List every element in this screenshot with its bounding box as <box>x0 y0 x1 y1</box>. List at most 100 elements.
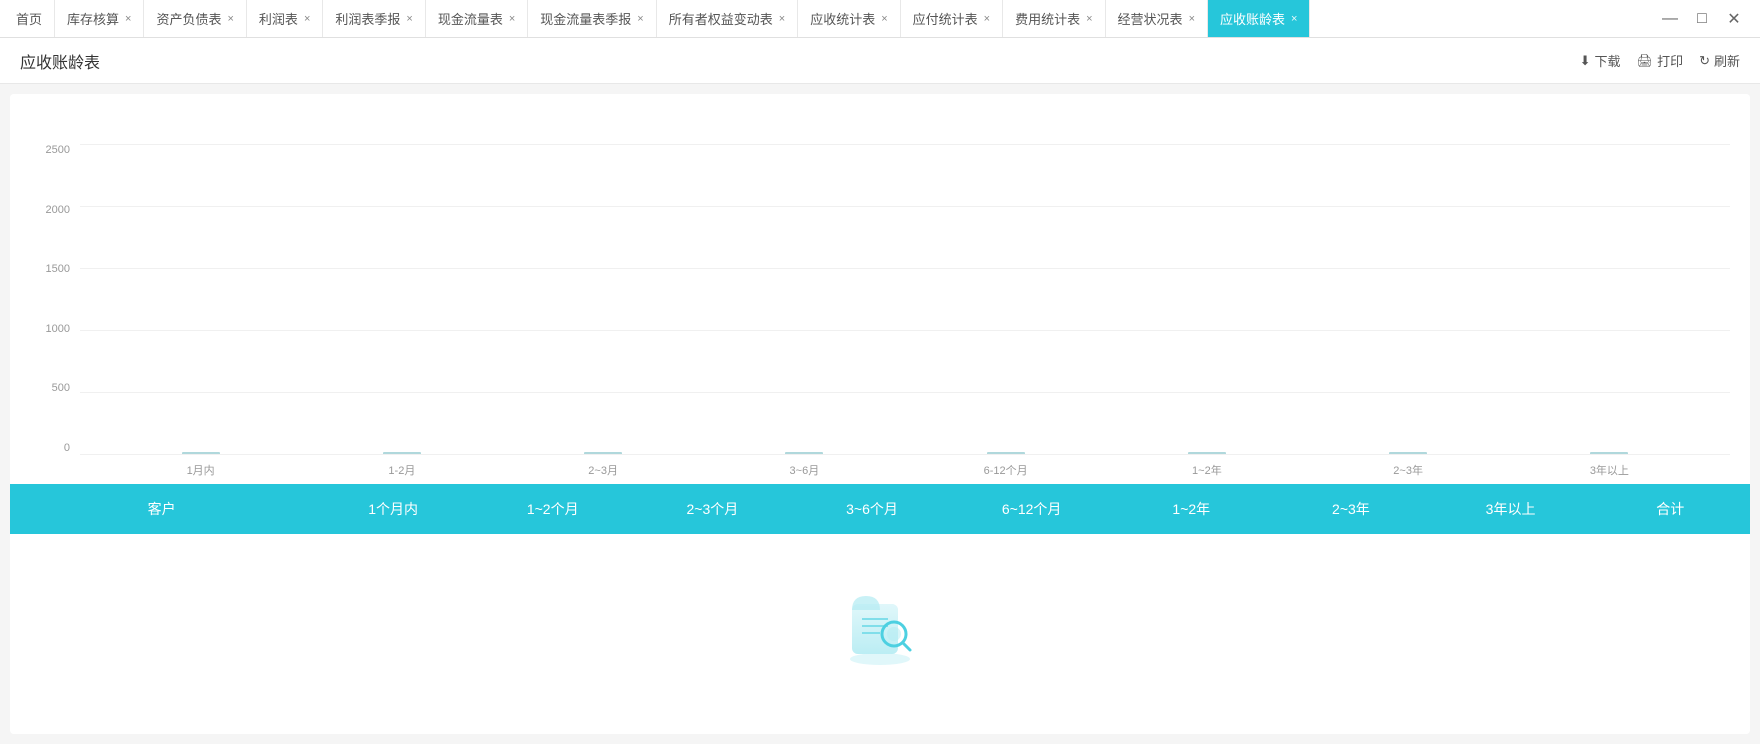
tab-profit-close[interactable]: × <box>304 13 310 25</box>
close-icon: ✕ <box>1727 9 1740 29</box>
tab-aging[interactable]: 应收账龄表 × <box>1208 0 1310 38</box>
chart-grid-and-bars: 1月内 1-2月 2~3月 3~6月 6-12个月 1~2年 2~3年 3年以上 <box>80 144 1730 454</box>
page-header: 应收账龄表 ⬇ 下载 🖨 打印 ↻ 刷新 <box>0 38 1760 84</box>
window-actions: — □ ✕ <box>1656 5 1756 33</box>
x-label-1: 1月内 <box>100 462 301 478</box>
tab-balance-close[interactable]: × <box>227 13 233 25</box>
tab-profit-label: 利润表 <box>259 9 298 28</box>
col-2-3month: 2~3个月 <box>633 499 793 519</box>
tab-cashflow-quarterly[interactable]: 现金流量表季报 × <box>528 0 656 38</box>
x-label-6: 1~2年 <box>1106 462 1307 478</box>
bar-group-3 <box>503 452 704 454</box>
col-customer: 客户 <box>10 499 313 519</box>
tab-operations-close[interactable]: × <box>1189 13 1195 25</box>
tab-home-label: 首页 <box>16 9 42 28</box>
chart-area: 2500 2000 1500 1000 500 0 <box>10 94 1750 484</box>
download-label: 下载 <box>1595 51 1621 70</box>
refresh-icon: ↻ <box>1699 53 1710 69</box>
col-6-12month: 6~12个月 <box>952 499 1112 519</box>
tab-payable-stat[interactable]: 应付统计表 × <box>901 0 1003 38</box>
tab-receivable-stat-label: 应收统计表 <box>810 9 875 28</box>
print-icon: 🖨 <box>1637 53 1654 69</box>
tab-cashflow-close[interactable]: × <box>509 13 515 25</box>
x-label-5: 6-12个月 <box>905 462 1106 478</box>
x-label-7: 2~3年 <box>1308 462 1509 478</box>
refresh-label: 刷新 <box>1714 51 1740 70</box>
page-actions: ⬇ 下载 🖨 打印 ↻ 刷新 <box>1580 51 1740 70</box>
print-label: 打印 <box>1657 51 1683 70</box>
x-axis-labels: 1月内 1-2月 2~3月 3~6月 6-12个月 1~2年 2~3年 3年以上 <box>80 462 1730 478</box>
maximize-button[interactable]: □ <box>1688 5 1716 33</box>
bar-1-2月 <box>383 452 421 454</box>
minimize-button[interactable]: — <box>1656 5 1684 33</box>
tab-inventory-label: 库存核算 <box>67 9 119 28</box>
y-label-1000: 1000 <box>46 323 76 335</box>
col-2-3year: 2~3年 <box>1271 499 1431 519</box>
download-button[interactable]: ⬇ 下载 <box>1580 51 1621 70</box>
download-icon: ⬇ <box>1580 53 1591 69</box>
maximize-icon: □ <box>1697 10 1707 28</box>
main-content: 2500 2000 1500 1000 500 0 <box>10 94 1750 734</box>
tab-equity-close[interactable]: × <box>779 13 785 25</box>
bar-6-12月 <box>987 452 1025 454</box>
bar-group-4 <box>704 452 905 454</box>
tab-profit[interactable]: 利润表 × <box>247 0 323 38</box>
tab-cashflow-quarterly-close[interactable]: × <box>637 13 643 25</box>
minimize-icon: — <box>1662 10 1678 28</box>
col-1month: 1个月内 <box>313 499 473 519</box>
print-button[interactable]: 🖨 打印 <box>1637 51 1684 70</box>
tab-profit-quarterly-label: 利润表季报 <box>335 9 400 28</box>
bar-1月内 <box>182 452 220 454</box>
empty-state-icon <box>830 574 930 674</box>
bar-group-7 <box>1308 452 1509 454</box>
tab-payable-stat-close[interactable]: × <box>984 13 990 25</box>
tab-aging-label: 应收账龄表 <box>1220 9 1285 28</box>
tab-profit-quarterly[interactable]: 利润表季报 × <box>323 0 425 38</box>
bar-group-2 <box>301 452 502 454</box>
bar-2-3月 <box>584 452 622 454</box>
tab-expense-stat-label: 费用统计表 <box>1015 9 1080 28</box>
col-3year-plus: 3年以上 <box>1431 499 1591 519</box>
empty-state <box>10 534 1750 734</box>
bar-3年以上 <box>1590 452 1628 454</box>
y-label-2000: 2000 <box>46 204 76 216</box>
bar-group-1 <box>100 452 301 454</box>
tab-equity-label: 所有者权益变动表 <box>669 9 773 28</box>
tab-operations[interactable]: 经营状况表 × <box>1106 0 1208 38</box>
bar-1-2年 <box>1188 452 1226 454</box>
tab-aging-close[interactable]: × <box>1291 13 1297 25</box>
refresh-button[interactable]: ↻ 刷新 <box>1699 51 1740 70</box>
x-label-8: 3年以上 <box>1509 462 1710 478</box>
bar-group-6 <box>1106 452 1307 454</box>
y-label-2500top: 2500 <box>46 144 76 156</box>
table-header: 客户 1个月内 1~2个月 2~3个月 3~6个月 6~12个月 1~2年 2~… <box>10 484 1750 534</box>
tab-cashflow-quarterly-label: 现金流量表季报 <box>540 9 631 28</box>
x-label-2: 1-2月 <box>301 462 502 478</box>
tab-home[interactable]: 首页 <box>4 0 55 38</box>
tab-inventory-close[interactable]: × <box>125 13 131 25</box>
bar-3-6月 <box>785 452 823 454</box>
tab-receivable-stat[interactable]: 应收统计表 × <box>798 0 900 38</box>
tab-expense-stat-close[interactable]: × <box>1086 13 1092 25</box>
chart-inner: 2500 2000 1500 1000 500 0 <box>30 144 1730 484</box>
tab-inventory[interactable]: 库存核算 × <box>55 0 144 38</box>
bar-group-8 <box>1509 452 1710 454</box>
tab-expense-stat[interactable]: 费用统计表 × <box>1003 0 1105 38</box>
col-3-6month: 3~6个月 <box>792 499 952 519</box>
x-label-4: 3~6月 <box>704 462 905 478</box>
tab-equity[interactable]: 所有者权益变动表 × <box>657 0 798 38</box>
tab-profit-quarterly-close[interactable]: × <box>406 13 412 25</box>
tab-cashflow[interactable]: 现金流量表 × <box>426 0 528 38</box>
tab-balance-label: 资产负债表 <box>156 9 221 28</box>
col-1-2year: 1~2年 <box>1111 499 1271 519</box>
y-label-0: 0 <box>64 442 76 454</box>
tab-operations-label: 经营状况表 <box>1118 9 1183 28</box>
tab-bar: 首页 库存核算 × 资产负债表 × 利润表 × 利润表季报 × 现金流量表 × … <box>0 0 1760 38</box>
close-button[interactable]: ✕ <box>1720 5 1748 33</box>
tab-receivable-stat-close[interactable]: × <box>881 13 887 25</box>
col-total: 合计 <box>1590 499 1750 519</box>
y-label-500: 500 <box>52 382 76 394</box>
x-label-3: 2~3月 <box>503 462 704 478</box>
tab-balance[interactable]: 资产负债表 × <box>144 0 246 38</box>
tab-cashflow-label: 现金流量表 <box>438 9 503 28</box>
